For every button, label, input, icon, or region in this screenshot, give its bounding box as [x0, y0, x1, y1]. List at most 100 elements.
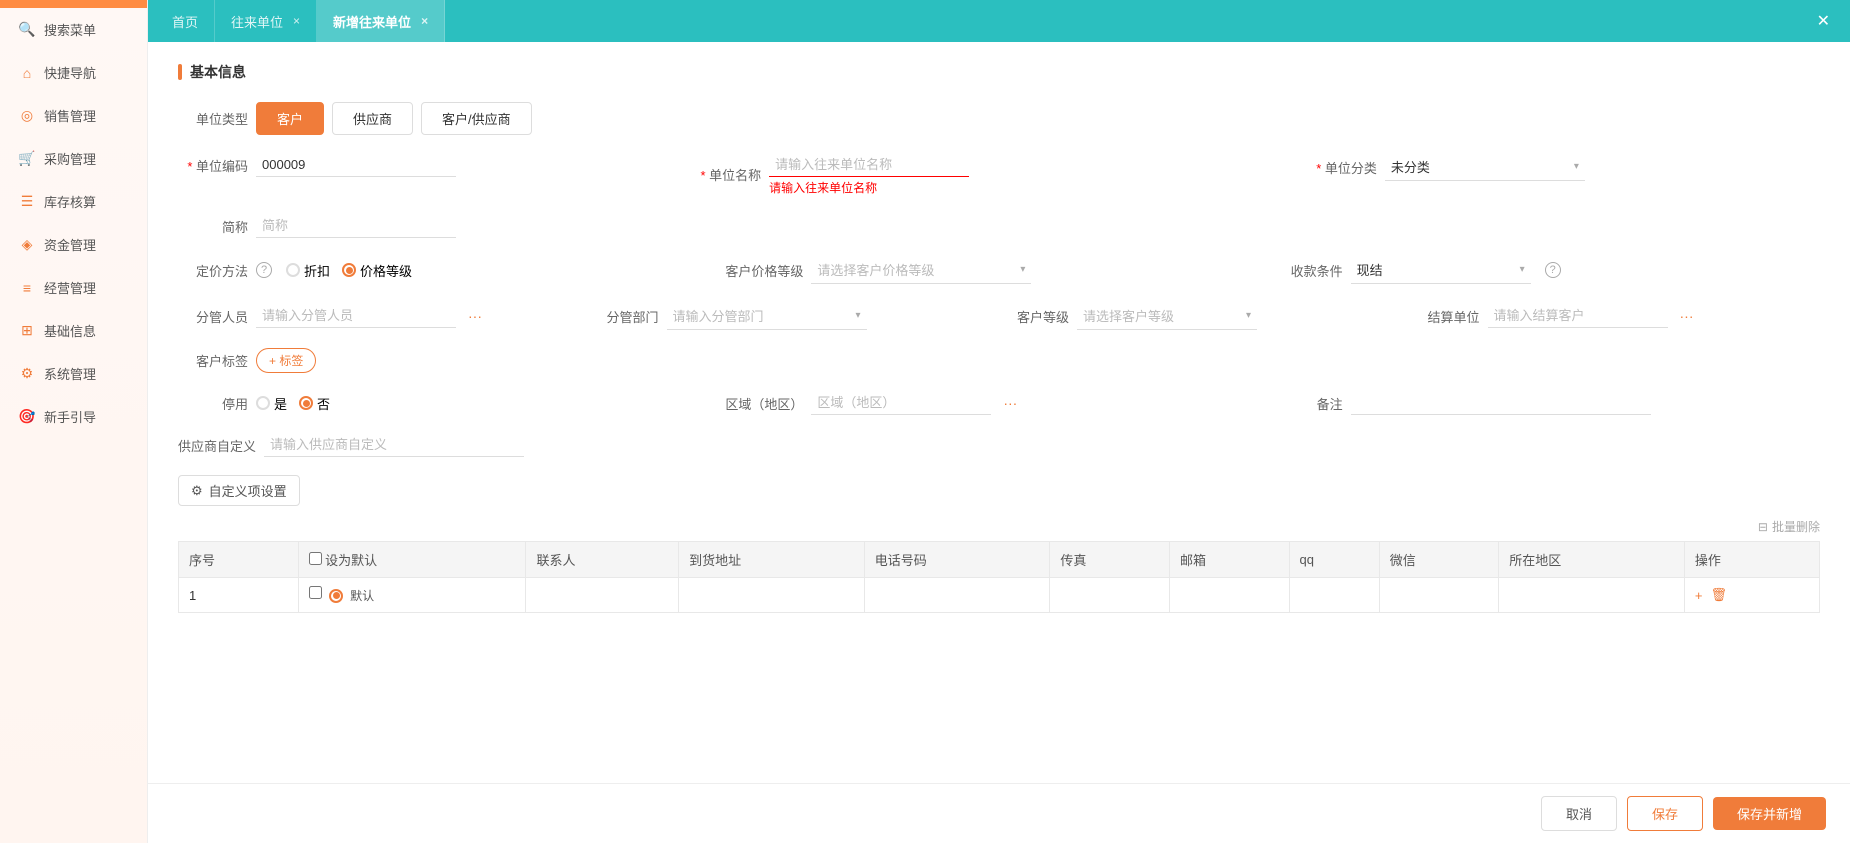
department-placeholder: 请输入分管部门 — [673, 306, 764, 325]
gear-icon: ⚙ — [191, 483, 203, 499]
row-actions: + 🗑 — [1695, 587, 1809, 603]
sidebar-item-finance[interactable]: ◈ 资金管理 — [0, 223, 147, 266]
chevron-down-icon: ▾ — [1020, 264, 1025, 275]
tab-home[interactable]: 首页 — [156, 0, 215, 42]
delete-row-icon[interactable]: 🗑 — [1710, 587, 1727, 603]
department-select[interactable]: 请输入分管部门 ▾ — [667, 302, 867, 330]
save-new-button[interactable]: 保存并新增 — [1713, 797, 1826, 830]
form-row-4: 分管人员 ··· 分管部门 请输入分管部门 ▾ 客户等级 请选择客户等级 ▾ 结… — [178, 302, 1820, 330]
supplier-custom-label: 供应商自定义 — [178, 436, 256, 455]
radio-discount[interactable]: 折扣 — [286, 261, 330, 280]
short-name-label: 简称 — [178, 217, 248, 236]
btn-type-customer[interactable]: 客户 — [256, 102, 324, 135]
select-all-checkbox[interactable] — [309, 552, 322, 565]
row-default-radio[interactable]: 默认 — [329, 587, 374, 604]
sidebar-item-label: 采购管理 — [44, 149, 96, 168]
pricing-method-label: 定价方法 — [178, 261, 248, 280]
sidebar-item-operations[interactable]: ≡ 经营管理 — [0, 266, 147, 309]
customer-level-placeholder: 请选择客户等级 — [1083, 306, 1174, 325]
sidebar-item-search[interactable]: 🔍 搜索菜单 — [0, 8, 147, 51]
field-unit-code: 单位编码 — [178, 153, 691, 177]
th-phone: 电话号码 — [864, 542, 1050, 578]
customer-price-level-label: 客户价格等级 — [725, 261, 803, 280]
manager-label: 分管人员 — [178, 307, 248, 326]
unit-code-label: 单位编码 — [178, 156, 248, 175]
remark-input[interactable] — [1351, 391, 1651, 415]
chevron-down-icon: ▾ — [1520, 264, 1525, 275]
cancel-button[interactable]: 取消 — [1541, 796, 1617, 831]
radio-yes-circle — [256, 396, 270, 410]
btn-type-supplier[interactable]: 供应商 — [332, 102, 413, 135]
region-input[interactable] — [811, 391, 991, 415]
manager-input[interactable] — [256, 304, 456, 328]
sidebar-item-purchase[interactable]: 🛒 采购管理 — [0, 137, 147, 180]
manager-more-icon[interactable]: ··· — [468, 308, 482, 324]
sidebar-item-basic-info[interactable]: ⊞ 基础信息 — [0, 309, 147, 352]
table-header-row: 序号 设为默认 联系人 到货地址 电话号码 传真 邮箱 qq 微信 所在地区 操… — [179, 542, 1820, 578]
unit-category-select[interactable]: 未分类 ▾ — [1385, 153, 1585, 181]
form-row-2: 简称 — [178, 214, 1820, 238]
settlement-unit-more-icon[interactable]: ··· — [1680, 308, 1694, 324]
form-row-7: 供应商自定义 — [178, 433, 1820, 457]
save-button[interactable]: 保存 — [1627, 796, 1703, 831]
sidebar-item-sales[interactable]: ◎ 销售管理 — [0, 94, 147, 137]
unit-name-input[interactable] — [769, 153, 969, 177]
add-row-icon[interactable]: + — [1695, 588, 1703, 603]
btn-type-both[interactable]: 客户/供应商 — [421, 102, 532, 135]
sidebar-item-guide[interactable]: 🎯 新手引导 — [0, 395, 147, 438]
th-fax: 传真 — [1050, 542, 1170, 578]
radio-price-level-circle — [342, 263, 356, 277]
th-contact: 联系人 — [526, 542, 679, 578]
pricing-method-help-icon[interactable]: ? — [256, 262, 272, 278]
td-actions: + 🗑 — [1684, 578, 1819, 613]
th-action: 操作 — [1684, 542, 1819, 578]
sidebar-item-system[interactable]: ⚙ 系统管理 — [0, 352, 147, 395]
tab-partners-close[interactable]: × — [293, 14, 300, 28]
radio-price-level[interactable]: 价格等级 — [342, 261, 412, 280]
payment-terms-value: 现结 — [1357, 260, 1383, 279]
custom-settings-button[interactable]: ⚙ 自定义项设置 — [178, 475, 300, 506]
add-tag-button[interactable]: + 标签 — [256, 348, 316, 373]
settlement-unit-label: 结算单位 — [1410, 307, 1480, 326]
tab-new-partner[interactable]: 新增往来单位 × — [317, 0, 445, 42]
row-checkbox[interactable] — [309, 586, 322, 599]
radio-no[interactable]: 否 — [299, 394, 330, 413]
tabs-bar: 首页 往来单位 × 新增往来单位 × ✕ — [148, 0, 1850, 42]
unit-type-label: 单位类型 — [178, 109, 248, 128]
sidebar-item-label: 经营管理 — [44, 278, 96, 297]
payment-terms-help-icon[interactable]: ? — [1545, 262, 1561, 278]
customer-level-select[interactable]: 请选择客户等级 ▾ — [1077, 302, 1257, 330]
form-row-5: 客户标签 + 标签 — [178, 348, 1820, 373]
sidebar-item-quick-nav[interactable]: ⌂ 快捷导航 — [0, 51, 147, 94]
payment-terms-select[interactable]: 现结 ▾ — [1351, 256, 1531, 284]
sidebar-item-inventory[interactable]: ☰ 库存核算 — [0, 180, 147, 223]
settlement-unit-input[interactable] — [1488, 304, 1668, 328]
radio-no-circle — [299, 396, 313, 410]
sidebar-item-label: 搜索菜单 — [44, 20, 96, 39]
form-row-6: 停用 是 否 区域（地区） ··· 备注 — [178, 391, 1820, 415]
tab-partners-label: 往来单位 — [231, 12, 283, 31]
short-name-input[interactable] — [256, 214, 456, 238]
field-unit-category: 单位分类 未分类 ▾ — [1307, 153, 1820, 181]
section-header: 基本信息 — [178, 62, 1820, 82]
finance-icon: ◈ — [18, 236, 36, 254]
region-more-icon[interactable]: ··· — [1003, 395, 1017, 411]
global-close-button[interactable]: ✕ — [1805, 11, 1842, 31]
batch-delete-button[interactable]: ⊟ 批量删除 — [1758, 518, 1820, 535]
sidebar-item-label: 系统管理 — [44, 364, 96, 383]
th-area: 所在地区 — [1499, 542, 1685, 578]
remark-label: 备注 — [1273, 394, 1343, 413]
radio-yes[interactable]: 是 — [256, 394, 287, 413]
unit-code-input[interactable] — [256, 153, 456, 177]
unit-type-row: 单位类型 客户 供应商 客户/供应商 — [178, 102, 1820, 135]
sidebar-item-label: 新手引导 — [44, 407, 96, 426]
customer-price-level-select[interactable]: 请选择客户价格等级 ▾ — [811, 256, 1031, 284]
operations-icon: ≡ — [18, 279, 36, 297]
tab-new-partner-label: 新增往来单位 — [333, 12, 411, 31]
supplier-custom-input[interactable] — [264, 433, 524, 457]
tab-new-partner-close[interactable]: × — [421, 14, 428, 28]
td-default: 默认 — [298, 578, 526, 613]
field-short-name: 简称 — [178, 214, 1820, 238]
region-label: 区域（地区） — [725, 394, 803, 413]
tab-partners[interactable]: 往来单位 × — [215, 0, 317, 42]
